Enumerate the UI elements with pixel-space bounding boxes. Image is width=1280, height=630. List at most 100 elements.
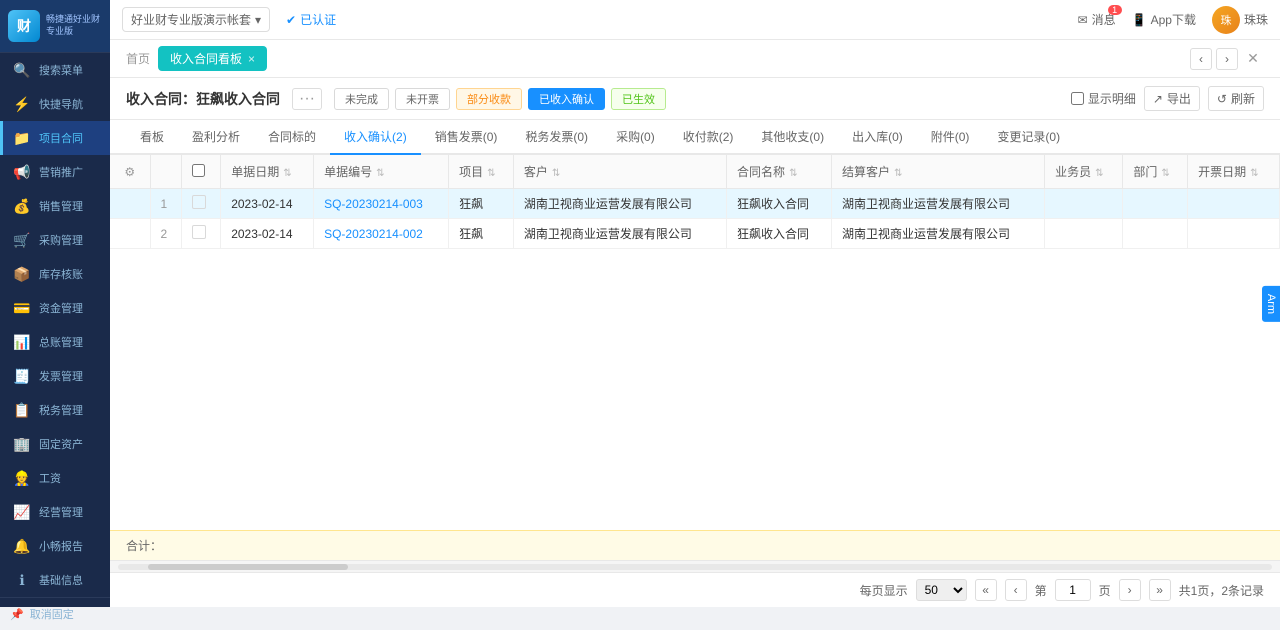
row-customer: 湖南卫视商业运营发展有限公司 xyxy=(513,189,726,219)
sidebar-label-ops-mgmt: 经营管理 xyxy=(39,504,83,520)
tab-change_log[interactable]: 变更记录(0) xyxy=(983,120,1074,155)
chevron-down-icon: ▾ xyxy=(255,13,261,27)
department-col-header[interactable]: 部门⇅ xyxy=(1123,155,1188,189)
tab-payment[interactable]: 收付款(2) xyxy=(669,120,748,155)
refresh-button[interactable]: ↺ 刷新 xyxy=(1208,86,1264,111)
checkbox-col-header xyxy=(181,155,220,189)
row-checkbox[interactable] xyxy=(181,219,220,249)
show-detail-toggle[interactable]: 显示明细 xyxy=(1071,90,1136,107)
prev-tab-button[interactable]: ‹ xyxy=(1190,48,1212,70)
tab-profit[interactable]: 盈利分析 xyxy=(178,120,254,155)
sidebar-item-tax-mgmt[interactable]: 📋 税务管理 xyxy=(0,393,110,427)
pin-icon: 📌 xyxy=(10,608,24,621)
tab-revenue_confirm[interactable]: 收入确认(2) xyxy=(330,120,421,155)
sidebar-item-project-contract[interactable]: 📁 项目合同 xyxy=(0,121,110,155)
sidebar-item-general-ledger[interactable]: 📊 总账管理 xyxy=(0,325,110,359)
page-number-input[interactable] xyxy=(1055,579,1091,601)
app-download-button[interactable]: 📱 App下载 xyxy=(1132,11,1196,28)
sidebar-item-fixed-assets[interactable]: 🏢 固定资产 xyxy=(0,427,110,461)
prev-page-button[interactable]: ‹ xyxy=(1005,579,1027,601)
sidebar-label-purchase-mgmt: 采购管理 xyxy=(39,232,83,248)
message-icon: ✉ xyxy=(1078,13,1088,27)
settle-customer-col-header[interactable]: 结算客户⇅ xyxy=(831,155,1044,189)
row-bill-no[interactable]: SQ-20230214-002 xyxy=(314,219,449,249)
sidebar-item-purchase-mgmt[interactable]: 🛒 采购管理 xyxy=(0,223,110,257)
sidebar-icon-sales-mgmt: 💰 xyxy=(13,197,31,215)
tab-warehouse[interactable]: 出入库(0) xyxy=(838,120,917,155)
sidebar-label-basic-info: 基础信息 xyxy=(39,572,83,588)
bill-date2-col-header[interactable]: 开票日期⇅ xyxy=(1188,155,1280,189)
row-bill-date: 2023-02-14 xyxy=(221,189,314,219)
row-bill-date2 xyxy=(1188,219,1280,249)
status-incomplete[interactable]: 未完成 xyxy=(334,88,389,110)
tab-sales_invoice[interactable]: 销售发票(0) xyxy=(421,120,512,155)
status-effective[interactable]: 已生效 xyxy=(611,88,666,110)
salesperson-col-header[interactable]: 业务员⇅ xyxy=(1045,155,1123,189)
last-page-button[interactable]: » xyxy=(1149,579,1171,601)
tab-contract_standard[interactable]: 合同标的 xyxy=(254,120,330,155)
right-float-button[interactable]: Arm xyxy=(1262,285,1280,321)
project-col-header[interactable]: 项目⇅ xyxy=(449,155,514,189)
row-salesperson xyxy=(1045,219,1123,249)
row-gear[interactable] xyxy=(110,189,150,219)
sidebar-item-basic-info[interactable]: ℹ 基础信息 xyxy=(0,563,110,597)
message-badge: 1 xyxy=(1108,5,1122,15)
download-icon: 📱 xyxy=(1132,13,1147,27)
horizontal-scrollbar[interactable] xyxy=(110,560,1280,572)
customer-col-header[interactable]: 客户⇅ xyxy=(513,155,726,189)
company-selector[interactable]: 好业财专业版演示帐套 ▾ xyxy=(122,7,270,32)
sidebar-item-marketing[interactable]: 📢 营销推广 xyxy=(0,155,110,189)
next-tab-button[interactable]: › xyxy=(1216,48,1238,70)
sidebar-item-sales-mgmt[interactable]: 💰 销售管理 xyxy=(0,189,110,223)
first-page-button[interactable]: « xyxy=(975,579,997,601)
bill-no-col-header[interactable]: 单据编号⇅ xyxy=(314,155,449,189)
sidebar-logo: 财 畅捷通好业财 专业版 xyxy=(0,0,110,53)
sidebar-item-ops-mgmt[interactable]: 📈 经营管理 xyxy=(0,495,110,529)
page-label-before: 第 xyxy=(1035,582,1047,599)
sidebar-item-report[interactable]: 🔔 小畅报告 xyxy=(0,529,110,563)
status-partial[interactable]: 部分收款 xyxy=(456,88,522,110)
user-menu[interactable]: 珠 珠珠 xyxy=(1212,6,1268,34)
tab-purchase[interactable]: 采购(0) xyxy=(602,120,669,155)
refresh-icon: ↺ xyxy=(1217,92,1227,106)
total-info: 共1页，2条记录 xyxy=(1179,582,1264,599)
bill-date-col-header[interactable]: 单据日期⇅ xyxy=(221,155,314,189)
status-uninvoiced[interactable]: 未开票 xyxy=(395,88,450,110)
sidebar-item-capital[interactable]: 💳 资金管理 xyxy=(0,291,110,325)
sidebar-item-search[interactable]: 🔍 搜索菜单 xyxy=(0,53,110,87)
close-tab-button[interactable]: ✕ xyxy=(1242,48,1264,70)
sidebar-label-invoice-mgmt: 发票管理 xyxy=(39,368,83,384)
contract-name-col-header[interactable]: 合同名称⇅ xyxy=(727,155,832,189)
tab-nav-arrows: ‹ › ✕ xyxy=(1190,48,1264,70)
sidebar-item-inventory[interactable]: 📦 库存核账 xyxy=(0,257,110,291)
sidebar-item-invoice-mgmt[interactable]: 🧾 发票管理 xyxy=(0,359,110,393)
tab-other_income[interactable]: 其他收支(0) xyxy=(747,120,838,155)
message-button[interactable]: ✉ 消息 1 xyxy=(1078,11,1116,28)
scrollbar-thumb[interactable] xyxy=(148,564,348,570)
unpin-button[interactable]: 📌 取消固定 xyxy=(0,598,110,630)
more-button[interactable]: ··· xyxy=(292,88,322,110)
row-gear[interactable] xyxy=(110,219,150,249)
tab-tax_invoice[interactable]: 税务发票(0) xyxy=(511,120,602,155)
tab-kanban[interactable]: 看板 xyxy=(126,120,178,155)
table-row: 1 2023-02-14 SQ-20230214-003 狂飙 湖南卫视商业运营… xyxy=(110,189,1280,219)
tab-attachment[interactable]: 附件(0) xyxy=(917,120,984,155)
close-icon[interactable]: × xyxy=(248,52,255,66)
show-detail-checkbox-input[interactable] xyxy=(1071,92,1084,105)
next-page-button[interactable]: › xyxy=(1119,579,1141,601)
sidebar-item-quick-nav[interactable]: ⚡ 快捷导航 xyxy=(0,87,110,121)
row-checkbox[interactable] xyxy=(181,189,220,219)
sidebar-label-marketing: 营销推广 xyxy=(39,164,83,180)
contract-header: 收入合同：狂飙收入合同 ··· 未完成 未开票 部分收款 已收入确认 已生效 显… xyxy=(110,78,1280,120)
sidebar-label-general-ledger: 总账管理 xyxy=(39,334,83,350)
breadcrumb-home[interactable]: 首页 xyxy=(126,50,150,67)
status-confirmed[interactable]: 已收入确认 xyxy=(528,88,605,110)
row-bill-no[interactable]: SQ-20230214-003 xyxy=(314,189,449,219)
select-all-checkbox[interactable] xyxy=(192,164,205,177)
gear-icon[interactable]: ⚙ xyxy=(124,165,135,179)
row-department xyxy=(1123,189,1188,219)
contract-board-tab[interactable]: 收入合同看板 × xyxy=(158,46,267,71)
sidebar-item-hr[interactable]: 👷 工资 xyxy=(0,461,110,495)
per-page-select[interactable]: 50 100 200 xyxy=(916,579,967,601)
export-button[interactable]: ↗ 导出 xyxy=(1144,86,1200,111)
